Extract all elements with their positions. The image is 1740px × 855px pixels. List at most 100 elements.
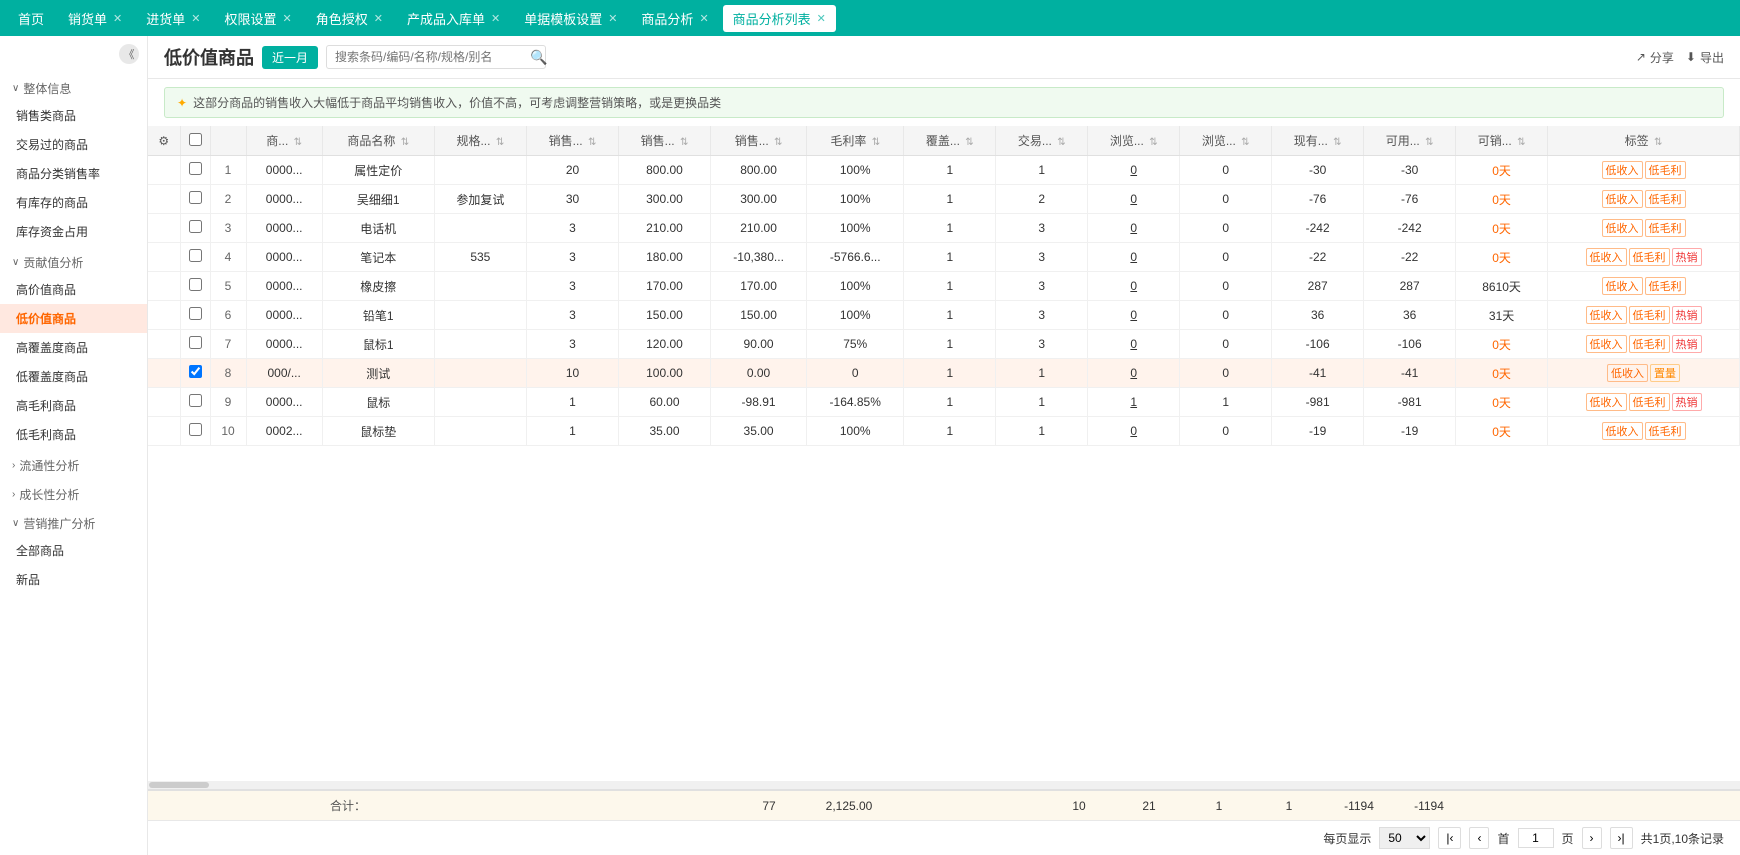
nav-purchase[interactable]: 进货单 ✕ xyxy=(136,5,210,32)
next-page-btn[interactable]: › xyxy=(1582,827,1602,849)
td-checkbox[interactable] xyxy=(180,156,210,185)
td-views1[interactable]: 0 xyxy=(1088,359,1180,388)
row-checkbox[interactable] xyxy=(189,191,202,204)
sidebar-item-low-value[interactable]: 低价值商品 xyxy=(0,304,147,333)
th-tags[interactable]: 标签 ⇅ xyxy=(1548,126,1740,156)
prev-page-btn[interactable]: ‹ xyxy=(1469,827,1489,849)
first-page-btn[interactable]: |‹ xyxy=(1438,827,1461,849)
close-icon[interactable]: ✕ xyxy=(113,12,122,25)
views1-link[interactable]: 1 xyxy=(1130,395,1137,409)
td-checkbox[interactable] xyxy=(180,388,210,417)
th-code[interactable]: 商... ⇅ xyxy=(246,126,322,156)
export-btn[interactable]: ⬇ 导出 xyxy=(1686,49,1724,66)
td-checkbox[interactable] xyxy=(180,272,210,301)
share-btn[interactable]: ↗ 分享 xyxy=(1636,49,1674,66)
sidebar-section-growth[interactable]: › 成长性分析 xyxy=(0,478,147,507)
sidebar-item-sales-products[interactable]: 销售类商品 xyxy=(0,101,147,130)
row-checkbox[interactable] xyxy=(189,220,202,233)
th-views2[interactable]: 浏览... ⇅ xyxy=(1180,126,1272,156)
sidebar-item-traded-products[interactable]: 交易过的商品 xyxy=(0,130,147,159)
td-views1[interactable]: 0 xyxy=(1088,417,1180,446)
row-checkbox[interactable] xyxy=(189,249,202,262)
sidebar-item-all-products[interactable]: 全部商品 xyxy=(0,536,147,565)
row-checkbox[interactable] xyxy=(189,394,202,407)
row-checkbox[interactable] xyxy=(189,162,202,175)
th-sales-profit[interactable]: 销售... ⇅ xyxy=(710,126,806,156)
th-sales-amount[interactable]: 销售... ⇅ xyxy=(619,126,711,156)
td-views1[interactable]: 0 xyxy=(1088,185,1180,214)
sidebar-section-marketing[interactable]: ∨ 营销推广分析 xyxy=(0,507,147,536)
th-current-stock[interactable]: 现有... ⇅ xyxy=(1272,126,1364,156)
td-views1[interactable]: 0 xyxy=(1088,330,1180,359)
td-views1[interactable]: 0 xyxy=(1088,301,1180,330)
nav-inventory[interactable]: 产成品入库单 ✕ xyxy=(397,5,510,32)
row-checkbox[interactable] xyxy=(189,307,202,320)
views1-link[interactable]: 0 xyxy=(1130,163,1137,177)
td-views1[interactable]: 0 xyxy=(1088,214,1180,243)
sidebar-section-overall[interactable]: ∨ 整体信息 xyxy=(0,72,147,101)
search-input[interactable] xyxy=(326,45,546,69)
nav-templates[interactable]: 单据模板设置 ✕ xyxy=(514,5,627,32)
th-settings[interactable]: ⚙ xyxy=(148,126,180,156)
close-icon[interactable]: ✕ xyxy=(283,12,292,25)
row-checkbox[interactable] xyxy=(189,336,202,349)
row-checkbox[interactable] xyxy=(189,365,202,378)
td-checkbox[interactable] xyxy=(180,417,210,446)
nav-permissions[interactable]: 权限设置 ✕ xyxy=(214,5,301,32)
th-sellable[interactable]: 可销... ⇅ xyxy=(1456,126,1548,156)
nav-roles[interactable]: 角色授权 ✕ xyxy=(306,5,393,32)
last-page-btn[interactable]: ›| xyxy=(1610,827,1633,849)
th-trade[interactable]: 交易... ⇅ xyxy=(996,126,1088,156)
select-all-checkbox[interactable] xyxy=(189,133,202,146)
nav-product-analysis-list[interactable]: 商品分析列表 ✕ xyxy=(723,5,836,32)
views1-link[interactable]: 0 xyxy=(1130,337,1137,351)
sidebar-item-low-coverage[interactable]: 低覆盖度商品 xyxy=(0,362,147,391)
close-icon[interactable]: ✕ xyxy=(699,12,708,25)
td-checkbox[interactable] xyxy=(180,243,210,272)
sidebar-section-contribution[interactable]: ∨ 贡献值分析 xyxy=(0,246,147,275)
row-checkbox[interactable] xyxy=(189,423,202,436)
sidebar-item-category-sales[interactable]: 商品分类销售率 xyxy=(0,159,147,188)
close-icon[interactable]: ✕ xyxy=(817,12,826,25)
nav-sales[interactable]: 销货单 ✕ xyxy=(58,5,132,32)
views1-link[interactable]: 0 xyxy=(1130,366,1137,380)
sidebar-item-high-coverage[interactable]: 高覆盖度商品 xyxy=(0,333,147,362)
td-views1[interactable]: 0 xyxy=(1088,156,1180,185)
close-icon[interactable]: ✕ xyxy=(191,12,200,25)
sidebar-item-high-value[interactable]: 高价值商品 xyxy=(0,275,147,304)
sidebar-item-new-products[interactable]: 新品 xyxy=(0,565,147,594)
horizontal-scrollbar[interactable] xyxy=(148,781,1740,789)
views1-link[interactable]: 0 xyxy=(1130,250,1137,264)
td-views1[interactable]: 1 xyxy=(1088,388,1180,417)
views1-link[interactable]: 0 xyxy=(1130,308,1137,322)
td-views1[interactable]: 0 xyxy=(1088,243,1180,272)
views1-link[interactable]: 0 xyxy=(1130,424,1137,438)
td-views1[interactable]: 0 xyxy=(1088,272,1180,301)
th-spec[interactable]: 规格... ⇅ xyxy=(434,126,526,156)
sidebar-item-inventory-capital[interactable]: 库存资金占用 xyxy=(0,217,147,246)
sidebar-section-liquidity[interactable]: › 流通性分析 xyxy=(0,449,147,478)
td-checkbox[interactable] xyxy=(180,330,210,359)
nav-product-analysis[interactable]: 商品分析 ✕ xyxy=(631,5,718,32)
close-icon[interactable]: ✕ xyxy=(491,12,500,25)
sidebar-item-low-margin[interactable]: 低毛利商品 xyxy=(0,420,147,449)
th-views1[interactable]: 浏览... ⇅ xyxy=(1088,126,1180,156)
scroll-thumb[interactable] xyxy=(149,782,209,788)
th-name[interactable]: 商品名称 ⇅ xyxy=(322,126,434,156)
views1-link[interactable]: 0 xyxy=(1130,192,1137,206)
td-checkbox[interactable] xyxy=(180,359,210,388)
sidebar-item-high-margin[interactable]: 高毛利商品 xyxy=(0,391,147,420)
page-input[interactable] xyxy=(1518,828,1554,848)
td-checkbox[interactable] xyxy=(180,301,210,330)
th-available[interactable]: 可用... ⇅ xyxy=(1364,126,1456,156)
per-page-select[interactable]: 50 100 200 xyxy=(1379,827,1430,849)
close-icon[interactable]: ✕ xyxy=(608,12,617,25)
search-icon[interactable]: 🔍 xyxy=(530,49,547,66)
td-checkbox[interactable] xyxy=(180,214,210,243)
row-checkbox[interactable] xyxy=(189,278,202,291)
views1-link[interactable]: 0 xyxy=(1130,279,1137,293)
sidebar-item-stocked-products[interactable]: 有库存的商品 xyxy=(0,188,147,217)
views1-link[interactable]: 0 xyxy=(1130,221,1137,235)
th-gross-margin[interactable]: 毛利率 ⇅ xyxy=(807,126,904,156)
td-checkbox[interactable] xyxy=(180,185,210,214)
